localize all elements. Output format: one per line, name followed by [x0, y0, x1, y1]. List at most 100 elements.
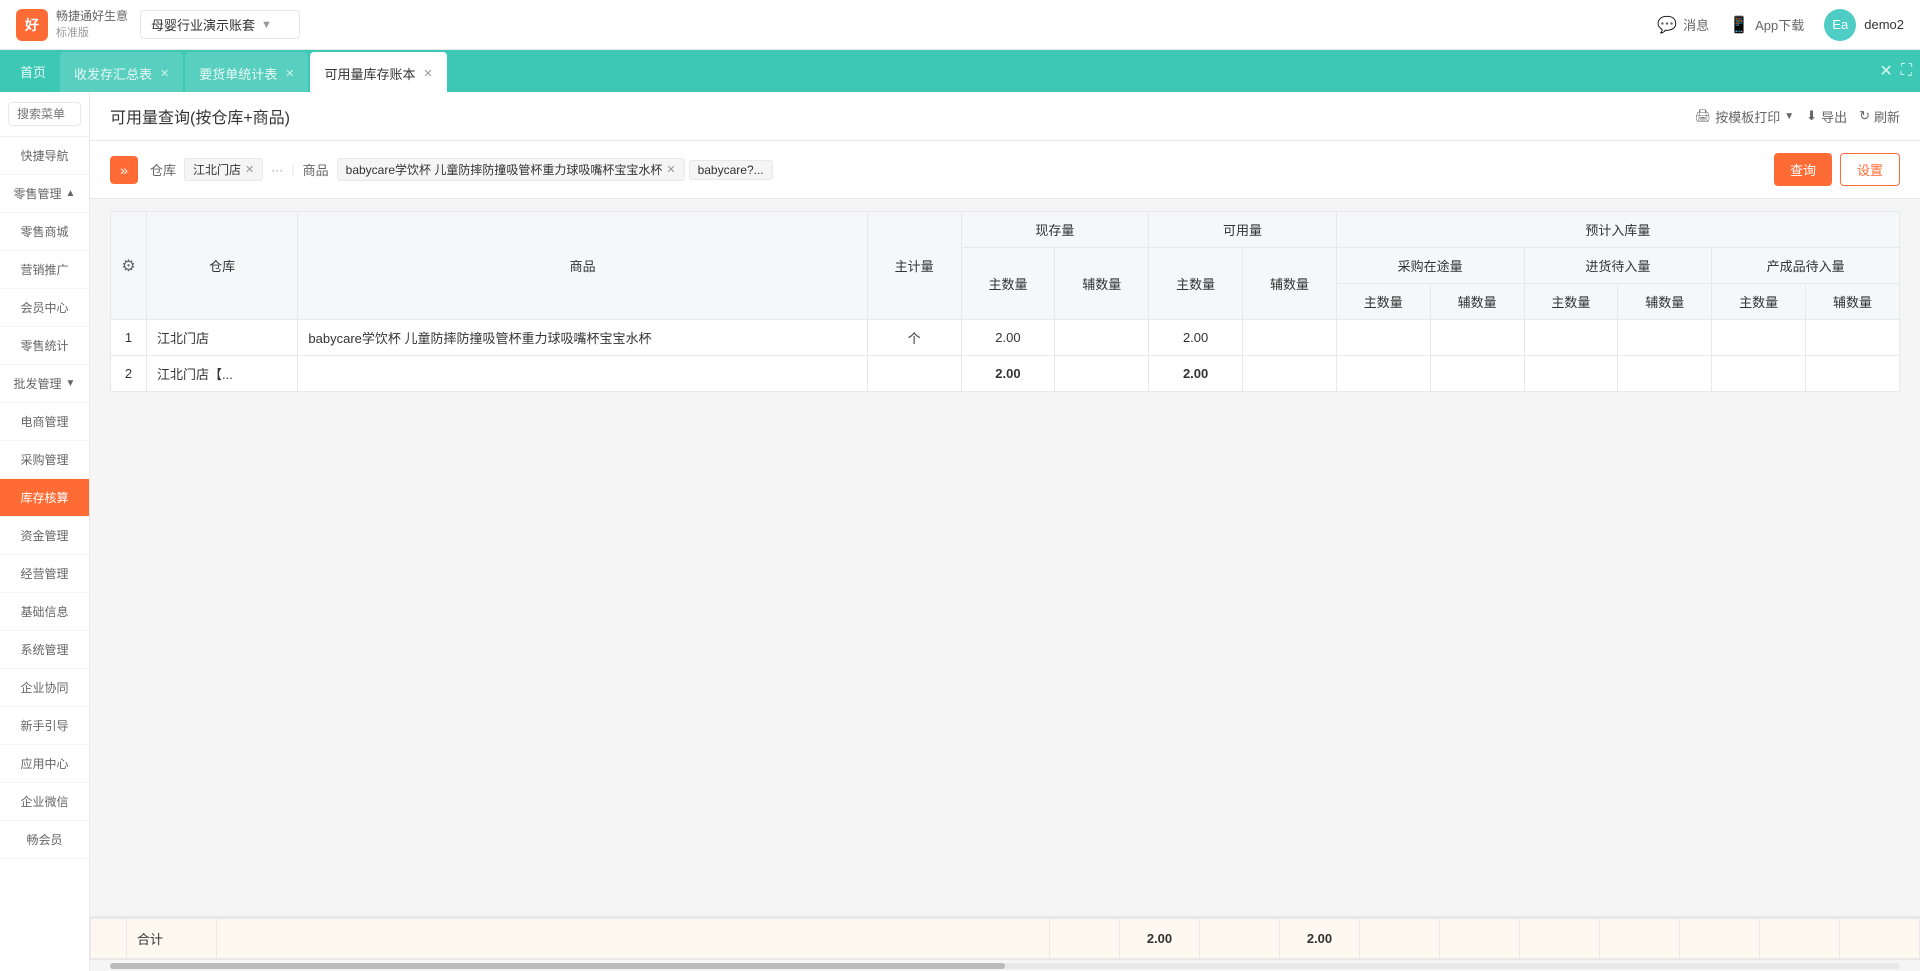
sidebar-item-app-center[interactable]: 应用中心 [0, 745, 89, 783]
tab-expand-icon[interactable]: ⛶ [1901, 62, 1912, 80]
row1-inbound-aux [1618, 320, 1712, 356]
sidebar-item-operations-mgmt[interactable]: 经营管理 [0, 555, 89, 593]
row1-index: 1 [111, 320, 147, 356]
tab-available-stock[interactable]: 可用量库存账本 ✕ [310, 52, 446, 94]
message-label: 消息 [1683, 15, 1709, 34]
page-actions: 🖨 按模板打印 ▼ ⬇ 导出 ↻ 刷新 [1695, 107, 1900, 138]
tab-home[interactable]: 首页 [8, 50, 58, 92]
table-row: 2 江北门店【... 2.00 2.00 [111, 356, 1900, 392]
column-settings-icon[interactable]: ⚙ [121, 258, 135, 275]
sidebar-item-retail-mall[interactable]: 零售商城 [0, 213, 89, 251]
product-filter-tags: babycare学饮杯 儿童防摔防撞吸管杯重力球吸嘴杯宝宝水杯 ✕ babyca… [337, 158, 773, 181]
sidebar-item-finance-mgmt[interactable]: 资金管理 [0, 517, 89, 555]
sidebar-item-quick-nav[interactable]: 快捷导航 [0, 137, 89, 175]
th-prod-pending-main: 主数量 [1712, 284, 1806, 320]
footer-summary-table: 合计 2.00 2.00 [90, 918, 1920, 959]
tab-order-stats-label: 要货单统计表 [199, 64, 277, 83]
export-action[interactable]: ⬇ 导出 [1806, 107, 1847, 126]
sidebar-item-marketing[interactable]: 营销推广 [0, 251, 89, 289]
row2-index: 2 [111, 356, 147, 392]
footer-avail-aux-total [1360, 919, 1440, 959]
app-download-action[interactable]: 📱 App下载 [1729, 15, 1804, 35]
search-input[interactable] [8, 102, 81, 126]
tab-available-stock-close-icon[interactable]: ✕ [424, 67, 433, 80]
th-pur-transit-aux: 辅数量 [1430, 284, 1524, 320]
page-title: 可用量查询(按仓库+商品) [110, 104, 290, 140]
row1-prod-main [1712, 320, 1806, 356]
footer-inbound-main-total [1600, 919, 1680, 959]
tab-order-stats-close-icon[interactable]: ✕ [285, 67, 294, 80]
footer-stock-main-total: 2.00 [1120, 919, 1200, 959]
sidebar-item-system-mgmt[interactable]: 系统管理 [0, 631, 89, 669]
tab-close-all-icon[interactable]: ✕ [1879, 61, 1892, 81]
filter-toggle-icon: » [120, 162, 128, 178]
product-tag-close-icon[interactable]: ✕ [666, 163, 675, 176]
th-pur-transit-main: 主数量 [1336, 284, 1430, 320]
print-action[interactable]: 🖨 按模板打印 ▼ [1695, 107, 1794, 126]
row2-avail-aux [1243, 356, 1337, 392]
warehouse-tag-label: 江北门店 [193, 161, 241, 178]
footer-empty-settings [91, 919, 127, 959]
sidebar-item-basic-info[interactable]: 基础信息 [0, 593, 89, 631]
logo-subtitle: 标准版 [56, 24, 128, 40]
sidebar-item-enterprise-collab[interactable]: 企业协同 [0, 669, 89, 707]
sidebar-item-enterprise-wechat[interactable]: 企业微信 [0, 783, 89, 821]
table-footer: 合计 2.00 2.00 [90, 916, 1920, 959]
refresh-action[interactable]: ↻ 刷新 [1859, 107, 1900, 126]
top-bar-left: 好 畅捷通好生意 标准版 母婴行业演示账套 ▼ [16, 9, 300, 41]
product-tag2-label: babycare?... [698, 163, 764, 177]
row1-prod-aux [1806, 320, 1900, 356]
row2-pur-transit-aux [1430, 356, 1524, 392]
message-action[interactable]: 💬 消息 [1657, 15, 1709, 35]
filter-toggle-button[interactable]: » [110, 156, 138, 184]
row2-product [298, 356, 867, 392]
user-name: demo2 [1864, 17, 1904, 32]
table-container: ⚙ 仓库 商品 主计量 现存量 可用量 预计入库量 主数量 辅数量 主数量 辅数… [90, 199, 1920, 916]
sidebar-item-retail-stats[interactable]: 零售统计 [0, 327, 89, 365]
th-avail-aux: 辅数量 [1243, 248, 1337, 320]
user-initials: Ea [1832, 17, 1848, 32]
setting-button[interactable]: 设置 [1840, 153, 1900, 186]
row2-prod-aux [1806, 356, 1900, 392]
refresh-label: 刷新 [1874, 107, 1900, 126]
sidebar-item-purchase-mgmt[interactable]: 采购管理 [0, 441, 89, 479]
org-selector[interactable]: 母婴行业演示账套 ▼ [140, 10, 300, 39]
row1-avail-aux [1243, 320, 1337, 356]
scrollbar-track[interactable] [110, 963, 1900, 969]
avatar: Ea [1824, 9, 1856, 41]
sidebar-item-new-guide[interactable]: 新手引导 [0, 707, 89, 745]
data-table: ⚙ 仓库 商品 主计量 现存量 可用量 预计入库量 主数量 辅数量 主数量 辅数… [110, 211, 1900, 392]
retail-mgmt-arrow-icon: ▲ [66, 188, 76, 199]
tab-order-stats[interactable]: 要货单统计表 ✕ [185, 52, 308, 94]
sidebar-item-wholesale-mgmt[interactable]: 批发管理 ▼ [0, 365, 89, 403]
row2-prod-main [1712, 356, 1806, 392]
warehouse-filter-more[interactable]: ··· [271, 163, 283, 177]
footer-prod-aux-total [1840, 919, 1920, 959]
print-chevron-icon: ▼ [1784, 111, 1794, 122]
footer-pur-transit-main-total [1440, 919, 1520, 959]
sidebar-item-inventory-check[interactable]: 库存核算 [0, 479, 89, 517]
scrollbar-thumb[interactable] [110, 963, 1005, 969]
user-profile[interactable]: Ea demo2 [1824, 9, 1904, 41]
warehouse-filter-tags: 江北门店 ✕ [184, 158, 263, 181]
message-icon: 💬 [1657, 15, 1677, 35]
wholesale-mgmt-arrow-icon: ▼ [66, 378, 76, 389]
row2-warehouse: 江北门店【... [147, 356, 298, 392]
sidebar-item-ecommerce-mgmt[interactable]: 电商管理 [0, 403, 89, 441]
row1-stock-aux [1055, 320, 1149, 356]
th-planned-inbound-group: 预计入库量 [1336, 212, 1899, 248]
footer-label: 合计 [127, 919, 217, 959]
warehouse-tag-jiangbei: 江北门店 ✕ [184, 158, 263, 181]
product-tag-babycare: babycare学饮杯 儿童防摔防撞吸管杯重力球吸嘴杯宝宝水杯 ✕ [337, 158, 685, 181]
filter-bar: » 仓库 江北门店 ✕ ··· | 商品 babycare学饮杯 儿童防摔防撞吸… [90, 141, 1920, 199]
query-button[interactable]: 查询 [1774, 153, 1832, 186]
sidebar-item-retail-mgmt[interactable]: 零售管理 ▲ [0, 175, 89, 213]
tab-receive-send[interactable]: 收发存汇总表 ✕ [60, 52, 183, 94]
sidebar-item-member[interactable]: 畅会员 [0, 821, 89, 859]
warehouse-tag-close-icon[interactable]: ✕ [245, 163, 254, 176]
logo-text: 畅捷通好生意 [56, 9, 128, 25]
tab-receive-send-close-icon[interactable]: ✕ [160, 67, 169, 80]
sidebar-item-member-center[interactable]: 会员中心 [0, 289, 89, 327]
tab-receive-send-label: 收发存汇总表 [74, 64, 152, 83]
product-tag-label: babycare学饮杯 儿童防摔防撞吸管杯重力球吸嘴杯宝宝水杯 [346, 161, 663, 178]
